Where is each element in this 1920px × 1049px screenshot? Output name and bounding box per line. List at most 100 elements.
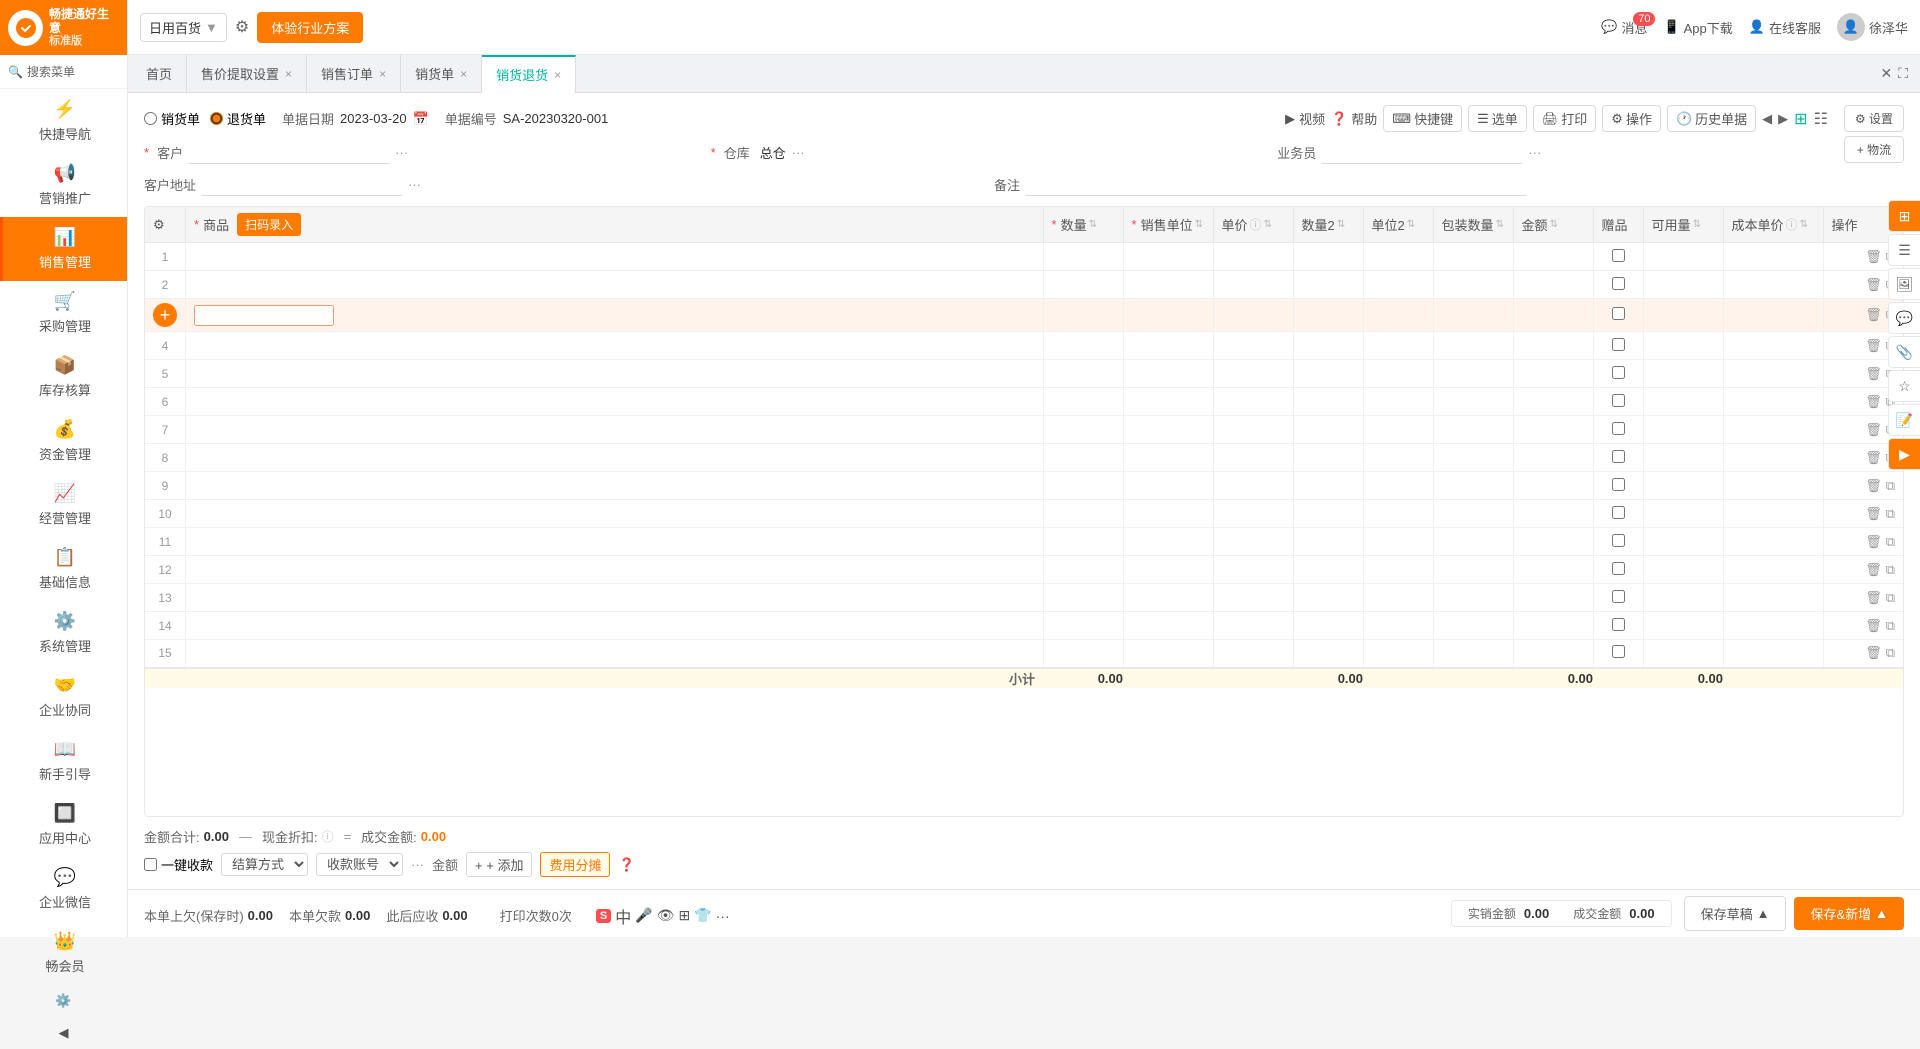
delete-row-icon[interactable]: 🗑 — [1865, 562, 1882, 578]
copy-row-icon[interactable]: ⧉ — [1886, 590, 1895, 606]
cell-r6-c6[interactable] — [1433, 388, 1513, 416]
cell-r11-c7[interactable] — [1513, 528, 1593, 556]
gift-cell-active[interactable] — [1593, 299, 1643, 332]
cost-cell[interactable] — [1723, 500, 1823, 528]
cost-cell[interactable] — [1723, 388, 1823, 416]
scan-btn[interactable]: 扫码录入 — [237, 213, 301, 236]
action-operation[interactable]: ⚙ 操作 — [1602, 105, 1661, 132]
cost-cell[interactable] — [1723, 640, 1823, 668]
sidebar-item-apps[interactable]: 🔲 应用中心 — [0, 793, 127, 857]
cell-r9-c7[interactable] — [1513, 472, 1593, 500]
delete-row-icon[interactable]: 🗑 — [1865, 645, 1882, 661]
cost-cell[interactable] — [1723, 556, 1823, 584]
delete-row-icon[interactable]: 🗑 — [1865, 307, 1882, 323]
cell-r10-c4[interactable] — [1293, 500, 1363, 528]
salesperson-dots-icon[interactable]: ··· — [1528, 145, 1541, 160]
cell-r5-c6[interactable] — [1433, 360, 1513, 388]
copy-row-icon[interactable]: ⧉ — [1886, 534, 1895, 550]
unit2-cell-active[interactable] — [1363, 299, 1433, 332]
cell-r8-c1[interactable] — [1043, 444, 1123, 472]
cell-r10-c2[interactable] — [1123, 500, 1213, 528]
cell-r13-c0[interactable] — [186, 584, 1044, 612]
app-download-btn[interactable]: 📱 App下载 — [1663, 18, 1732, 37]
cost-cell[interactable] — [1723, 271, 1823, 299]
table-icon[interactable]: ⊞ — [678, 907, 690, 924]
available-cell[interactable] — [1643, 416, 1723, 444]
list-view-icon[interactable]: ☷ — [1814, 109, 1828, 129]
cell-r13-c5[interactable] — [1363, 584, 1433, 612]
cell-r14-c6[interactable] — [1433, 612, 1513, 640]
delete-row-icon[interactable]: 🗑 — [1865, 478, 1882, 494]
calendar-icon[interactable]: 📅 — [413, 111, 429, 127]
online-service-btn[interactable]: 👤 在线客服 — [1749, 18, 1821, 37]
amount-sort-icon[interactable]: ⇅ — [1550, 219, 1558, 230]
cell-r8-c2[interactable] — [1123, 444, 1213, 472]
rf-chat[interactable]: 💬 — [1888, 302, 1920, 334]
delete-row-icon[interactable]: 🗑 — [1865, 450, 1882, 466]
rf-orange-action[interactable]: ▶ — [1888, 438, 1920, 470]
cost-cell-active[interactable] — [1723, 299, 1823, 332]
close-tab-icon[interactable]: ✕ — [1880, 65, 1892, 82]
cell-r5-c5[interactable] — [1363, 360, 1433, 388]
product-cell[interactable] — [186, 271, 1044, 299]
cost-cell[interactable] — [1723, 332, 1823, 360]
cell-r11-c4[interactable] — [1293, 528, 1363, 556]
gift-cell[interactable] — [1593, 612, 1643, 640]
available-cell[interactable] — [1643, 584, 1723, 612]
delete-row-icon[interactable]: 🗑 — [1865, 506, 1882, 522]
unit-cell-active[interactable] — [1123, 299, 1213, 332]
qty2-cell-active[interactable] — [1293, 299, 1363, 332]
sidebar-item-marketing[interactable]: 📢 营销推广 — [0, 153, 127, 217]
nav-prev-icon[interactable]: ◀ — [1762, 111, 1772, 127]
cell-r11-c5[interactable] — [1363, 528, 1433, 556]
action-select[interactable]: ☰ 选单 — [1468, 105, 1527, 132]
rf-list-view[interactable]: ☰ — [1888, 234, 1920, 266]
pack-cell[interactable] — [1433, 271, 1513, 299]
cell-r7-c4[interactable] — [1293, 416, 1363, 444]
cell-r6-c4[interactable] — [1293, 388, 1363, 416]
cell-r7-c7[interactable] — [1513, 416, 1593, 444]
unit-cell[interactable] — [1123, 243, 1213, 271]
gift-cell[interactable] — [1593, 332, 1643, 360]
radio-sales[interactable]: 销货单 — [144, 109, 200, 128]
price-cell[interactable] — [1213, 271, 1293, 299]
cell-r8-c3[interactable] — [1213, 444, 1293, 472]
gift-cell[interactable] — [1593, 360, 1643, 388]
cell-r12-c0[interactable] — [186, 556, 1044, 584]
sidebar-item-member[interactable]: 👑 畅会员 — [0, 921, 127, 985]
cell-r7-c5[interactable] — [1363, 416, 1433, 444]
tab-sales-order[interactable]: 销售订单 × — [307, 55, 401, 93]
save-new-btn[interactable]: 保存&新增 ▲ — [1794, 897, 1904, 930]
cell-r7-c3[interactable] — [1213, 416, 1293, 444]
close-sales-delivery-icon[interactable]: × — [460, 67, 467, 81]
action-video[interactable]: ▶ 视频 — [1285, 109, 1325, 128]
action-print[interactable]: 🖨 打印 — [1533, 105, 1597, 132]
cell-r4-c7[interactable] — [1513, 332, 1593, 360]
close-price-settings-icon[interactable]: × — [285, 67, 292, 81]
cell-r5-c0[interactable] — [186, 360, 1044, 388]
amount-cell[interactable] — [1513, 271, 1593, 299]
gift-cell[interactable] — [1593, 388, 1643, 416]
customer-input[interactable] — [189, 140, 389, 164]
sidebar-bottom-settings[interactable]: ⚙️ — [0, 985, 127, 1017]
sidebar-item-operation[interactable]: 📈 经营管理 — [0, 473, 127, 537]
cell-r6-c7[interactable] — [1513, 388, 1593, 416]
eye-icon[interactable]: 👁 — [657, 907, 675, 924]
delete-row-icon[interactable]: 🗑 — [1865, 249, 1882, 265]
rf-star[interactable]: ☆ — [1888, 370, 1920, 402]
sidebar-item-enterprise[interactable]: 🤝 企业协同 — [0, 665, 127, 729]
cell-r12-c1[interactable] — [1043, 556, 1123, 584]
available-cell[interactable] — [1643, 500, 1723, 528]
delete-row-icon[interactable]: 🗑 — [1865, 366, 1882, 382]
cost-cell[interactable] — [1723, 444, 1823, 472]
cell-r13-c2[interactable] — [1123, 584, 1213, 612]
cell-r13-c7[interactable] — [1513, 584, 1593, 612]
cell-r15-c2[interactable] — [1123, 640, 1213, 668]
pack-sort-icon[interactable]: ⇅ — [1496, 219, 1504, 230]
gift-cell[interactable] — [1593, 556, 1643, 584]
sidebar-item-system[interactable]: ⚙️ 系统管理 — [0, 601, 127, 665]
cell-r13-c4[interactable] — [1293, 584, 1363, 612]
cell-r6-c3[interactable] — [1213, 388, 1293, 416]
unit-sort-icon[interactable]: ⇅ — [1195, 219, 1203, 230]
topbar-gear-icon[interactable]: ⚙ — [235, 17, 249, 37]
